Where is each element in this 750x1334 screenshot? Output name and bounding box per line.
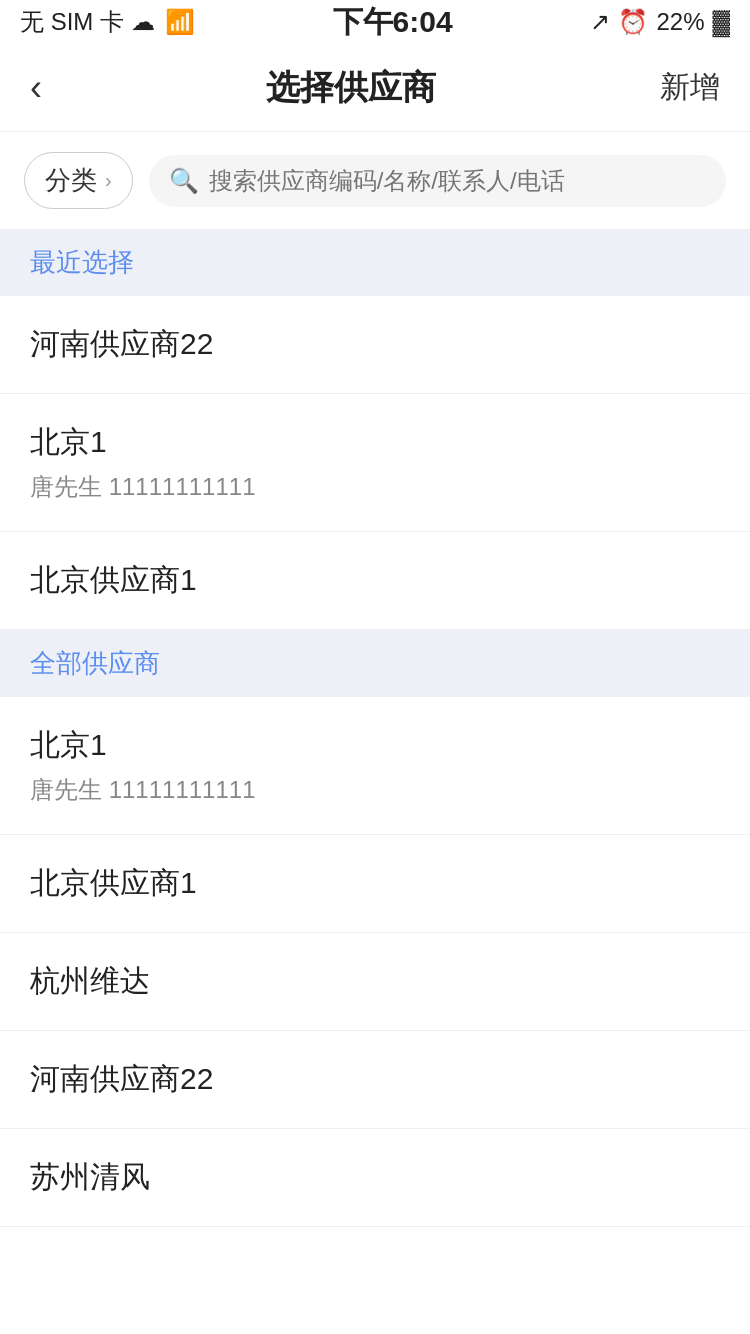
supplier-name: 北京1: [30, 422, 720, 463]
list-container: 最近选择河南供应商22 北京1 唐先生 11111111111 北京供应商1 全部供应商…: [0, 229, 750, 1227]
chevron-right-icon: ›: [105, 169, 112, 192]
supplier-name: 河南供应商22: [30, 324, 720, 365]
filter-bar: 分类 › 🔍: [0, 132, 750, 229]
list-item[interactable]: 北京供应商1: [0, 835, 750, 933]
supplier-detail: 唐先生 11111111111: [30, 774, 720, 806]
supplier-name: 河南供应商22: [30, 1059, 720, 1100]
back-button[interactable]: ‹: [30, 67, 42, 109]
supplier-name: 北京1: [30, 725, 720, 766]
list-item[interactable]: 河南供应商22: [0, 1031, 750, 1129]
category-button[interactable]: 分类 ›: [24, 152, 133, 209]
list-item[interactable]: 苏州清风: [0, 1129, 750, 1227]
supplier-name: 北京供应商1: [30, 560, 720, 601]
status-left: 无 SIM 卡 ☁ 📶: [20, 6, 195, 38]
status-bar: 无 SIM 卡 ☁ 📶 下午6:04 ↗ ⏰ 22% ▓: [0, 0, 750, 44]
battery-icon: ▓: [712, 8, 730, 36]
nav-bar: ‹ 选择供应商 新增: [0, 44, 750, 132]
add-button[interactable]: 新增: [660, 67, 720, 108]
sim-label: 无 SIM 卡 ☁: [20, 6, 155, 38]
category-label: 分类: [45, 163, 97, 198]
supplier-name: 杭州维达: [30, 961, 720, 1002]
status-time: 下午6:04: [333, 2, 453, 43]
list-item[interactable]: 北京供应商1: [0, 532, 750, 630]
supplier-name: 北京供应商1: [30, 863, 720, 904]
alarm-icon: ⏰: [618, 8, 648, 36]
list-item[interactable]: 河南供应商22: [0, 296, 750, 394]
location-icon: ↗: [590, 8, 610, 36]
supplier-name: 苏州清风: [30, 1157, 720, 1198]
battery-label: 22%: [656, 8, 704, 36]
supplier-detail: 唐先生 11111111111: [30, 471, 720, 503]
search-input[interactable]: [209, 167, 706, 195]
list-item[interactable]: 北京1 唐先生 11111111111: [0, 394, 750, 532]
page-title: 选择供应商: [266, 65, 436, 111]
list-item[interactable]: 北京1 唐先生 11111111111: [0, 697, 750, 835]
list-item[interactable]: 杭州维达: [0, 933, 750, 1031]
search-icon: 🔍: [169, 167, 199, 195]
wifi-icon: 📶: [165, 8, 195, 36]
section-header-recent: 最近选择: [0, 229, 750, 296]
search-box[interactable]: 🔍: [149, 155, 726, 207]
section-header-all: 全部供应商: [0, 630, 750, 697]
status-right: ↗ ⏰ 22% ▓: [590, 8, 730, 36]
